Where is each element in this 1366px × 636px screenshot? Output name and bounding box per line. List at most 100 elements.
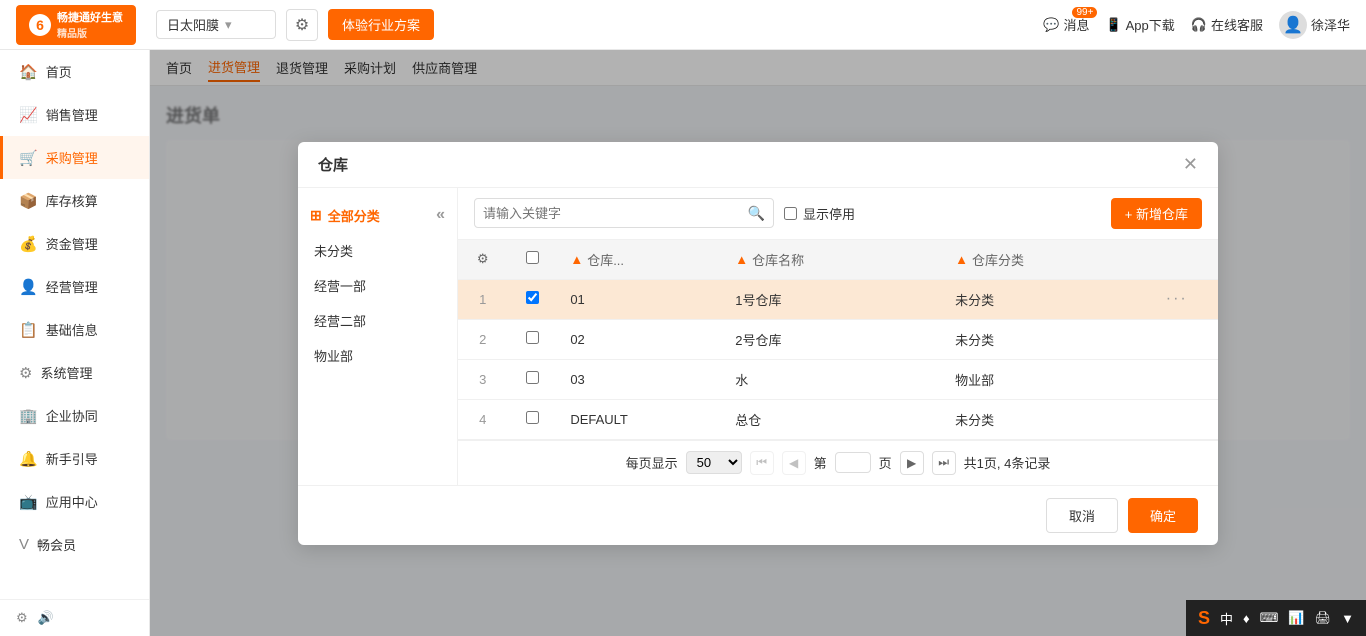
gear-th-icon: ⚙ <box>477 251 489 266</box>
row-name: 水 <box>723 359 943 399</box>
bottom-keyboard-icon[interactable]: ⌨ <box>1260 610 1279 626</box>
row-category: 未分类 <box>943 279 1135 319</box>
notification-button[interactable]: 💬 消息 99+ <box>1043 15 1089 34</box>
basic-info-icon: 📋 <box>19 321 38 339</box>
bottom-lang-icon[interactable]: 中 <box>1220 609 1233 628</box>
sort-name-icon: ▲ <box>735 252 748 267</box>
next-page-button[interactable]: ▶ <box>900 451 924 475</box>
table-row[interactable]: 1 01 1号仓库 未分类 ··· <box>458 279 1218 319</box>
th-category[interactable]: ▲ 仓库分类 <box>943 240 1135 280</box>
per-page-select[interactable]: 50 100 200 <box>686 451 742 474</box>
row-checkbox[interactable] <box>526 291 539 304</box>
row-ops: ··· <box>1136 279 1219 319</box>
modal-right-panel: 🔍 显示停用 + 新增仓库 <box>458 188 1218 485</box>
th-code[interactable]: ▲ 仓库... <box>558 240 723 280</box>
table-row[interactable]: 2 02 2号仓库 未分类 <box>458 319 1218 359</box>
sidebar-item-finance[interactable]: 💰 资金管理 <box>0 222 149 265</box>
category-item-property[interactable]: 物业部 <box>298 338 457 373</box>
search-input[interactable] <box>483 206 748 221</box>
sidebar-item-app-center[interactable]: 📺 应用中心 <box>0 480 149 523</box>
warehouse-modal: 仓库 ✕ ⊞ 全部分类 « 未分类 经营一部 经营二部 <box>298 142 1218 545</box>
table-row[interactable]: 3 03 水 物业部 <box>458 359 1218 399</box>
th-name[interactable]: ▲ 仓库名称 <box>723 240 943 280</box>
user-profile-button[interactable]: 👤 徐泽华 <box>1279 11 1350 39</box>
settings-bottom-icon[interactable]: ⚙ <box>16 610 28 626</box>
sidebar-item-system[interactable]: ⚙ 系统管理 <box>0 351 149 394</box>
row-checkbox[interactable] <box>526 331 539 344</box>
first-page-button[interactable]: ⏮ <box>750 451 774 475</box>
online-service-button[interactable]: 🎧 在线客服 <box>1191 15 1263 34</box>
th-gear[interactable]: ⚙ <box>458 240 507 280</box>
finance-icon: 💰 <box>19 235 38 253</box>
category-item-dept1[interactable]: 经营一部 <box>298 268 457 303</box>
total-info: 共1页, 4条记录 <box>964 453 1051 472</box>
sidebar-item-inventory[interactable]: 📦 库存核算 <box>0 179 149 222</box>
last-page-button[interactable]: ⏭ <box>932 451 956 475</box>
sidebar-bottom: ⚙ 🔊 <box>0 599 149 636</box>
table-header-row: ⚙ ▲ 仓库... <box>458 240 1218 280</box>
category-item-dept2[interactable]: 经营二部 <box>298 303 457 338</box>
content-area: 首页 进货管理 退货管理 采购计划 供应商管理 进货单 仓库 ✕ <box>150 50 1366 636</box>
show-disabled-checkbox[interactable] <box>784 207 797 220</box>
row-checkbox-cell <box>507 359 558 399</box>
bottom-arrow-icon[interactable]: ▼ <box>1341 611 1354 626</box>
experience-industry-button[interactable]: 体验行业方案 <box>328 9 434 40</box>
sidebar-item-enterprise[interactable]: 🏢 企业协同 <box>0 394 149 437</box>
message-icon: 💬 <box>1043 17 1059 33</box>
modal-title: 仓库 <box>318 154 348 175</box>
bottom-chart-icon[interactable]: 📊 <box>1288 610 1304 626</box>
sidebar-item-home[interactable]: 🏠 首页 <box>0 50 149 93</box>
search-icon: 🔍 <box>748 205 765 222</box>
select-all-checkbox[interactable] <box>526 251 539 264</box>
modal-body: ⊞ 全部分类 « 未分类 经营一部 经营二部 物业部 <box>298 188 1218 485</box>
main-layout: 🏠 首页 📈 销售管理 🛒 采购管理 📦 库存核算 💰 资金管理 👤 经营管理 … <box>0 50 1366 636</box>
mobile-icon: 📱 <box>1105 17 1121 33</box>
page-unit-label: 页 <box>879 453 892 472</box>
sort-icon: ▲ <box>570 252 583 267</box>
modal-footer: 取消 确定 <box>298 485 1218 545</box>
add-warehouse-button[interactable]: + 新增仓库 <box>1111 198 1202 229</box>
row-category: 未分类 <box>943 319 1135 359</box>
bottom-bar: S 中 ♦ ⌨ 📊 🖨 ▼ <box>1186 600 1366 636</box>
notification-badge: 99+ <box>1072 7 1097 18</box>
purchase-icon: 🛒 <box>19 149 38 167</box>
sidebar-item-management[interactable]: 👤 经营管理 <box>0 265 149 308</box>
warehouse-table-wrap: ⚙ ▲ 仓库... <box>458 240 1218 440</box>
show-disabled-checkbox-label[interactable]: 显示停用 <box>784 204 855 223</box>
bottom-print-icon[interactable]: 🖨 <box>1315 610 1332 626</box>
sidebar-item-sales[interactable]: 📈 销售管理 <box>0 93 149 136</box>
prev-page-button[interactable]: ◀ <box>782 451 806 475</box>
modal-close-button[interactable]: ✕ <box>1183 155 1198 173</box>
modal-header: 仓库 ✕ <box>298 142 1218 188</box>
settings-gear-button[interactable]: ⚙ <box>286 9 318 41</box>
row-checkbox[interactable] <box>526 411 539 424</box>
sidebar-item-basic-info[interactable]: 📋 基础信息 <box>0 308 149 351</box>
row-checkbox[interactable] <box>526 371 539 384</box>
collapse-left-button[interactable]: « <box>436 206 445 224</box>
home-icon: 🏠 <box>19 63 38 81</box>
cancel-button[interactable]: 取消 <box>1046 498 1118 533</box>
row-actions-button[interactable]: ··· <box>1166 290 1188 307</box>
row-checkbox-cell <box>507 279 558 319</box>
table-row[interactable]: 4 DEFAULT 总仓 未分类 <box>458 399 1218 439</box>
page-number-input[interactable]: 1 <box>835 452 871 473</box>
row-ops <box>1136 359 1219 399</box>
company-selector[interactable]: 日太阳膜 ▾ <box>156 10 276 39</box>
app-download-button[interactable]: 📱 App下载 <box>1105 15 1174 34</box>
pagination-bar: 每页显示 50 100 200 ⏮ ◀ 第 1 页 ▶ <box>458 440 1218 485</box>
app-center-icon: 📺 <box>19 493 38 511</box>
row-code: 02 <box>558 319 723 359</box>
warehouse-table: ⚙ ▲ 仓库... <box>458 240 1218 440</box>
bottom-s-icon: S <box>1198 608 1210 629</box>
sound-icon[interactable]: 🔊 <box>38 610 54 626</box>
confirm-button[interactable]: 确定 <box>1128 498 1198 533</box>
sidebar-item-purchase[interactable]: 🛒 采购管理 <box>0 136 149 179</box>
sidebar-item-guide[interactable]: 🔔 新手引导 <box>0 437 149 480</box>
row-code: DEFAULT <box>558 399 723 439</box>
row-category: 物业部 <box>943 359 1135 399</box>
sidebar-item-vip[interactable]: V 畅会员 <box>0 523 149 566</box>
row-code: 03 <box>558 359 723 399</box>
row-num: 4 <box>458 399 507 439</box>
category-item-unclassified[interactable]: 未分类 <box>298 233 457 268</box>
search-box: 🔍 <box>474 198 774 228</box>
